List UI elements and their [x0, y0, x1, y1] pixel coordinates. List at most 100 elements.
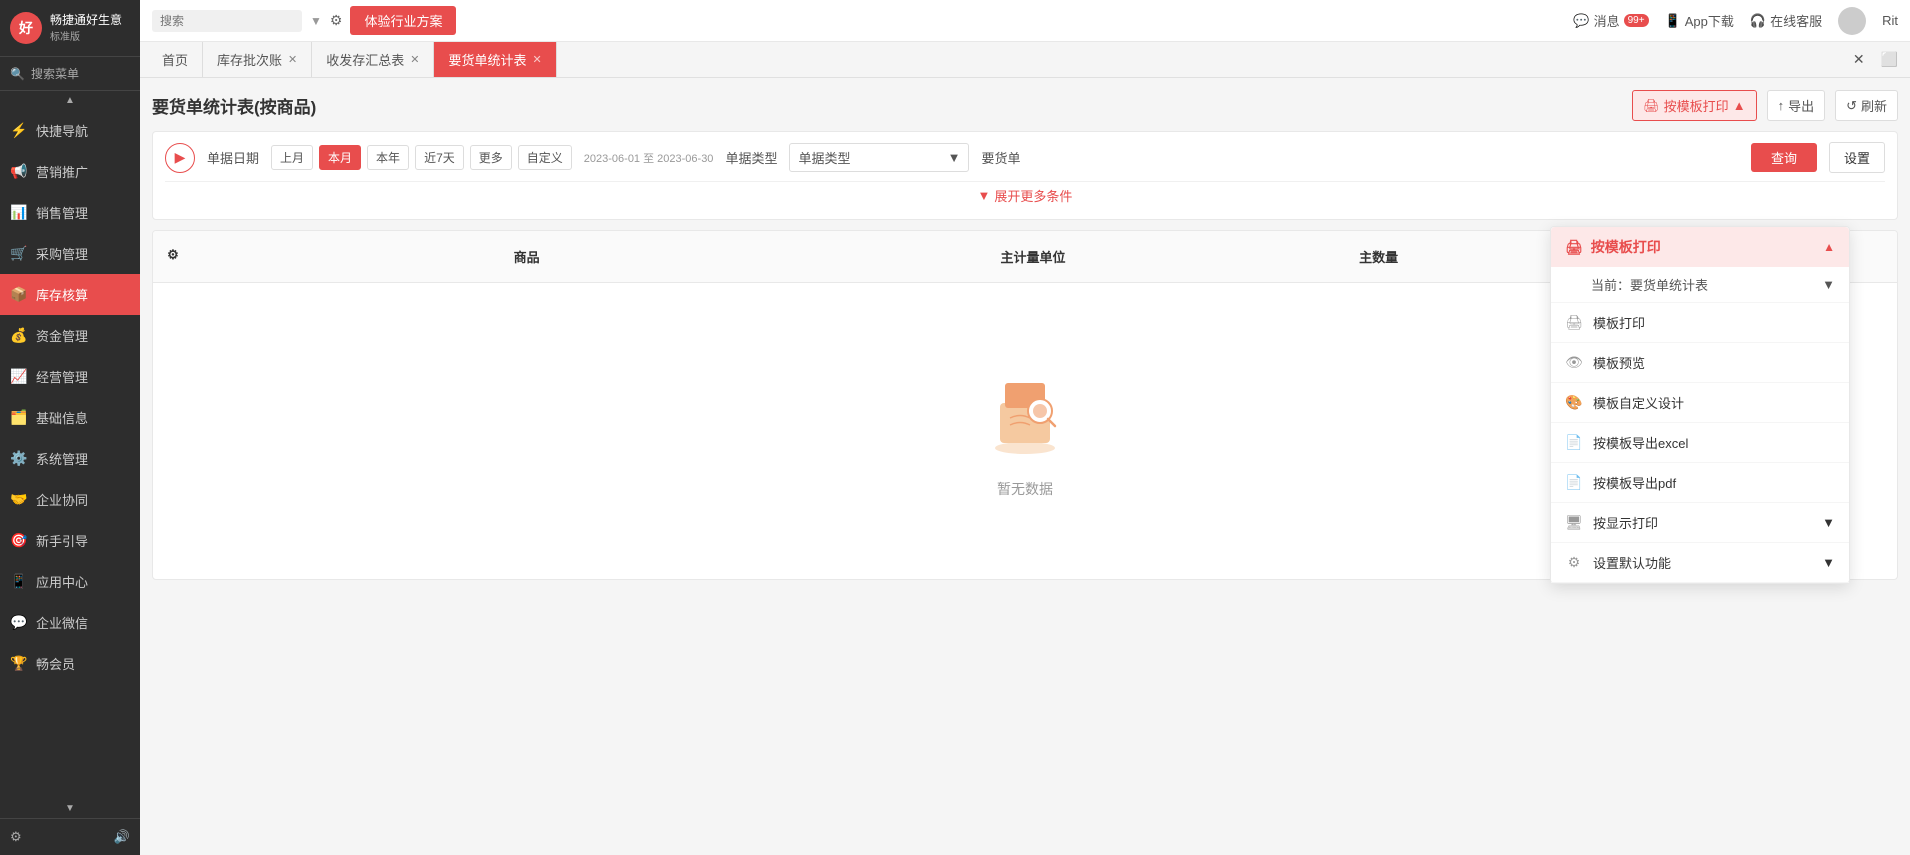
- inventory-batch-tab-close[interactable]: ✕: [288, 53, 297, 66]
- type-filter-value: 单据类型: [798, 148, 850, 167]
- topbar: ▼ ⚙ 体验行业方案 💬 消息 99+ 📱 App下载 🎧 在线客服 Rit: [140, 0, 1910, 42]
- sidebar-item-marketing[interactable]: 📢 营销推广: [0, 151, 140, 192]
- order-type-label: 要货单: [981, 148, 1020, 167]
- topbar-search-chevron[interactable]: ▼: [310, 14, 322, 28]
- date-more-btn[interactable]: 更多: [470, 145, 512, 170]
- settings-button[interactable]: 设置: [1829, 142, 1885, 173]
- sidebar-item-basic[interactable]: 🗂️ 基础信息: [0, 397, 140, 438]
- trial-button[interactable]: 体验行业方案: [350, 6, 456, 35]
- refresh-icon: ↺: [1846, 98, 1857, 114]
- scroll-up-arrow[interactable]: ▲: [0, 91, 140, 110]
- column-qty: 主数量: [1206, 241, 1552, 272]
- dropdown-current-template[interactable]: 当前：要货单统计表 ▼: [1551, 267, 1849, 303]
- current-template-chevron-icon: ▼: [1822, 277, 1835, 292]
- dropdown-item-export-pdf[interactable]: 📄 按模板导出pdf: [1551, 463, 1849, 503]
- sidebar-item-purchase[interactable]: 🛒 采购管理: [0, 233, 140, 274]
- page-actions: 🖨 按模板打印 ▲ ↑ 导出 ↺ 刷新: [1632, 90, 1898, 121]
- display-print-label: 按显示打印: [1593, 513, 1658, 532]
- dropdown-item-template-print[interactable]: 🖨 模板打印: [1551, 303, 1849, 343]
- dropdown-item-export-excel[interactable]: 📄 按模板导出excel: [1551, 423, 1849, 463]
- empty-text: 暂无数据: [997, 479, 1053, 499]
- online-service-item[interactable]: 🎧 在线客服: [1750, 11, 1822, 30]
- sidebar-item-label: 销售管理: [36, 203, 88, 222]
- tab-order-stats[interactable]: 要货单统计表 ✕: [434, 42, 556, 77]
- query-button[interactable]: 查询: [1751, 143, 1817, 172]
- tabs-bar: 首页 库存批次账 ✕ 收发存汇总表 ✕ 要货单统计表 ✕ ✕ ⬜: [140, 42, 1910, 78]
- sidebar-item-quick-nav[interactable]: ⚡ 快捷导航: [0, 110, 140, 151]
- message-label: 消息: [1594, 11, 1620, 30]
- topbar-right: 💬 消息 99+ 📱 App下载 🎧 在线客服 Rit: [1573, 7, 1898, 35]
- sidebar-item-collab[interactable]: 🤝 企业协同: [0, 479, 140, 520]
- user-avatar[interactable]: [1838, 7, 1866, 35]
- sidebar-item-member[interactable]: 🏆 畅会员: [0, 643, 140, 684]
- sidebar-search-label: 搜索菜单: [31, 65, 79, 82]
- empty-illustration: [975, 363, 1075, 463]
- print-dropdown-panel: 🖨 按模板打印 ▲ 当前：要货单统计表 ▼ 🖨 模板打印 👁 模板预览 🎨: [1550, 226, 1850, 584]
- sidebar-item-label: 资金管理: [36, 326, 88, 345]
- order-stats-tab-close[interactable]: ✕: [533, 53, 542, 66]
- tab-maximize-btn[interactable]: ⬜: [1877, 49, 1902, 70]
- online-service-label: 在线客服: [1770, 11, 1822, 30]
- dropdown-item-display-print[interactable]: 🖥 按显示打印 ▼: [1551, 503, 1849, 543]
- date-custom-btn[interactable]: 自定义: [518, 145, 572, 170]
- receipt-summary-tab-close[interactable]: ✕: [410, 53, 419, 66]
- display-print-chevron-icon: ▼: [1822, 515, 1835, 530]
- date-last-month-btn[interactable]: 上月: [271, 145, 313, 170]
- sidebar-item-inventory[interactable]: 📦 库存核算: [0, 274, 140, 315]
- username-label: Rit: [1882, 13, 1898, 28]
- refresh-button[interactable]: ↺ 刷新: [1835, 90, 1898, 121]
- sidebar-item-guide[interactable]: 🎯 新手引导: [0, 520, 140, 561]
- date-this-year-btn[interactable]: 本年: [367, 145, 409, 170]
- app-download-item[interactable]: 📱 App下载: [1665, 11, 1734, 30]
- template-design-label: 模板自定义设计: [1593, 393, 1684, 412]
- export-excel-label: 按模板导出excel: [1593, 433, 1688, 452]
- sidebar-item-operations[interactable]: 📈 经营管理: [0, 356, 140, 397]
- inventory-batch-tab-label: 库存批次账: [217, 50, 282, 69]
- sidebar-bottom: ⚙ 🔊: [0, 818, 140, 855]
- tab-receipt-summary[interactable]: 收发存汇总表 ✕: [312, 42, 434, 77]
- filter-expand-icon[interactable]: ▶: [165, 143, 195, 173]
- search-icon: 🔍: [10, 67, 25, 81]
- dropdown-item-template-design[interactable]: 🎨 模板自定义设计: [1551, 383, 1849, 423]
- home-tab-label: 首页: [162, 50, 188, 69]
- tab-close-window-btn[interactable]: ✕: [1849, 49, 1869, 70]
- print-template-label: 按模板打印: [1664, 96, 1729, 115]
- display-print-icon: 🖥: [1565, 514, 1583, 531]
- main-area: ▼ ⚙ 体验行业方案 💬 消息 99+ 📱 App下载 🎧 在线客服 Rit 首…: [140, 0, 1910, 855]
- dropdown-item-set-default[interactable]: ⚙ 设置默认功能 ▼: [1551, 543, 1849, 583]
- sidebar-search[interactable]: 🔍 搜索菜单: [0, 57, 140, 91]
- sidebar-item-wechat[interactable]: 💬 企业微信: [0, 602, 140, 643]
- type-filter-label: 单据类型: [725, 148, 777, 167]
- current-template-label: 当前：要货单统计表: [1591, 275, 1708, 294]
- tab-actions: ✕ ⬜: [1849, 49, 1902, 70]
- sidebar-item-label: 营销推广: [36, 162, 88, 181]
- tab-inventory-batch[interactable]: 库存批次账 ✕: [203, 42, 312, 77]
- settings-icon[interactable]: ⚙: [10, 829, 22, 845]
- export-pdf-icon: 📄: [1565, 474, 1583, 491]
- sidebar-item-label: 企业协同: [36, 490, 88, 509]
- dropdown-item-template-preview[interactable]: 👁 模板预览: [1551, 343, 1849, 383]
- volume-icon[interactable]: 🔊: [114, 829, 130, 845]
- apps-icon: 📱: [10, 573, 28, 590]
- sales-icon: 📊: [10, 204, 28, 221]
- scroll-down-arrow[interactable]: ▼: [0, 799, 140, 818]
- dropdown-collapse-chevron-icon[interactable]: ▲: [1823, 240, 1835, 254]
- topbar-search-input[interactable]: [152, 10, 302, 32]
- sidebar-item-sales[interactable]: 📊 销售管理: [0, 192, 140, 233]
- sidebar-item-apps[interactable]: 📱 应用中心: [0, 561, 140, 602]
- print-template-button[interactable]: 🖨 按模板打印 ▲: [1632, 90, 1756, 121]
- topbar-gear-icon[interactable]: ⚙: [330, 12, 343, 29]
- template-preview-label: 模板预览: [1593, 353, 1645, 372]
- export-button[interactable]: ↑ 导出: [1767, 90, 1826, 121]
- sidebar-item-finance[interactable]: 💰 资金管理: [0, 315, 140, 356]
- receipt-summary-tab-label: 收发存汇总表: [326, 50, 404, 69]
- type-filter-select[interactable]: 单据类型 ▼: [789, 143, 969, 172]
- export-label: 导出: [1788, 96, 1814, 115]
- tab-home[interactable]: 首页: [148, 42, 203, 77]
- date-this-month-btn[interactable]: 本月: [319, 145, 361, 170]
- message-item[interactable]: 💬 消息 99+: [1573, 11, 1648, 30]
- filter-expand-button[interactable]: ▼ 展开更多条件: [165, 181, 1885, 209]
- date-7days-btn[interactable]: 近7天: [415, 145, 464, 170]
- column-gear[interactable]: ⚙: [153, 241, 193, 272]
- sidebar-item-system[interactable]: ⚙️ 系统管理: [0, 438, 140, 479]
